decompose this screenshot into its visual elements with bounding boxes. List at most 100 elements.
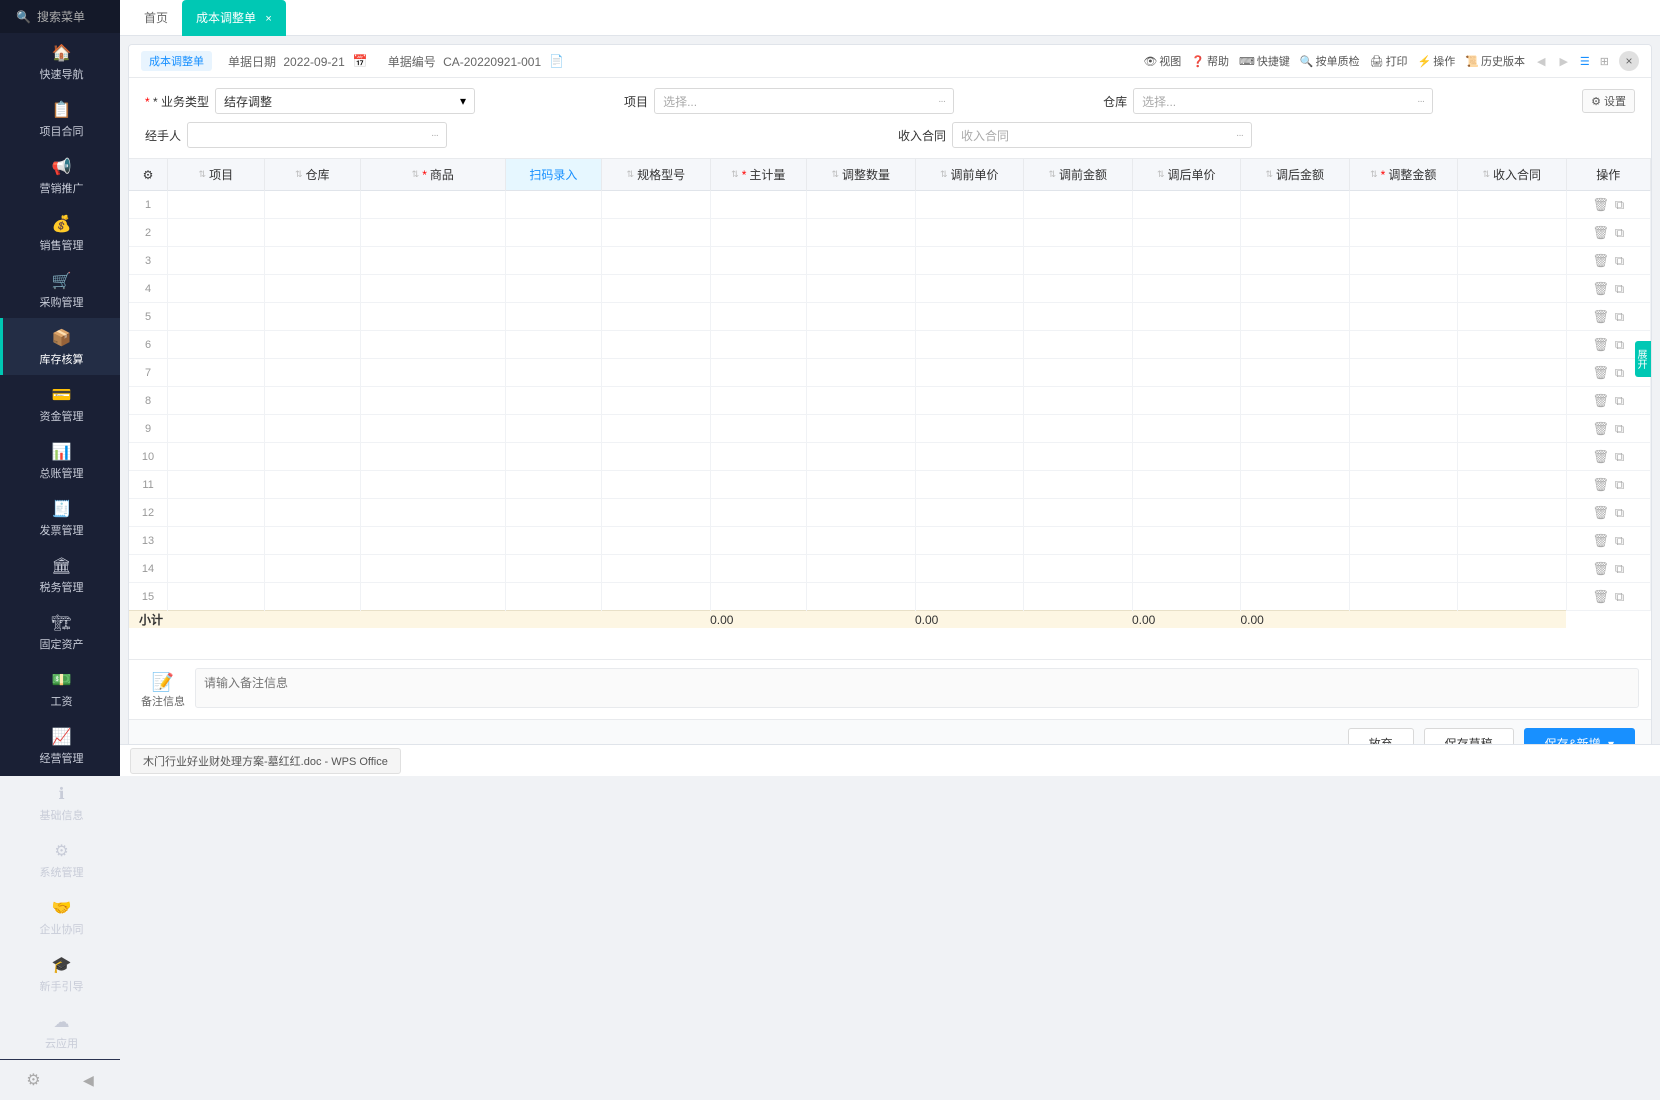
row-before-amount[interactable] (1024, 191, 1133, 219)
row-before-amount[interactable] (1024, 275, 1133, 303)
row-adjust-qty[interactable] (807, 219, 916, 247)
row-income-contract[interactable] (1458, 303, 1567, 331)
row-project[interactable] (168, 583, 264, 611)
row-warehouse[interactable] (264, 583, 360, 611)
sidebar-item-invoice[interactable]: 🧾 发票管理 (0, 489, 120, 546)
row-project[interactable] (168, 555, 264, 583)
row-adjust-amount[interactable] (1349, 191, 1458, 219)
row-before-amount[interactable] (1024, 303, 1133, 331)
sidebar-item-enterprise[interactable]: 🤝 企业协同 (0, 888, 120, 945)
row-product[interactable] (360, 443, 505, 471)
row-before-amount[interactable] (1024, 527, 1133, 555)
delete-row-icon[interactable]: 🗑 (1592, 477, 1609, 493)
row-unit[interactable] (710, 219, 806, 247)
row-before-amount[interactable] (1024, 583, 1133, 611)
row-before-amount[interactable] (1024, 247, 1133, 275)
row-income-contract[interactable] (1458, 191, 1567, 219)
row-income-contract[interactable] (1458, 527, 1567, 555)
action-help[interactable]: ❓ 帮助 (1191, 53, 1229, 69)
list-view-icon[interactable]: ☰ (1580, 55, 1590, 68)
row-before-price[interactable] (915, 247, 1024, 275)
copy-row-icon[interactable]: ⧉ (1615, 561, 1624, 577)
row-after-price[interactable] (1132, 387, 1241, 415)
row-product[interactable] (360, 247, 505, 275)
row-spec[interactable] (602, 247, 711, 275)
row-project[interactable] (168, 443, 264, 471)
delete-row-icon[interactable]: 🗑 (1592, 309, 1609, 325)
row-scan[interactable] (505, 415, 601, 443)
row-warehouse[interactable] (264, 555, 360, 583)
settings-button[interactable]: ⚙ 设置 (1582, 89, 1635, 113)
row-spec[interactable] (602, 331, 711, 359)
row-warehouse[interactable] (264, 191, 360, 219)
row-income-contract[interactable] (1458, 415, 1567, 443)
row-spec[interactable] (602, 387, 711, 415)
row-adjust-qty[interactable] (807, 555, 916, 583)
row-spec[interactable] (602, 191, 711, 219)
col-before-amount-sort[interactable]: ⇅ (1048, 169, 1056, 180)
delete-row-icon[interactable]: 🗑 (1592, 253, 1609, 269)
row-project[interactable] (168, 331, 264, 359)
delete-row-icon[interactable]: 🗑 (1592, 449, 1609, 465)
row-warehouse[interactable] (264, 499, 360, 527)
row-product[interactable] (360, 415, 505, 443)
row-adjust-amount[interactable] (1349, 583, 1458, 611)
row-warehouse[interactable] (264, 415, 360, 443)
row-product[interactable] (360, 331, 505, 359)
taskbar-item[interactable]: 木门行业好业财处理方案-墓红红.doc - WPS Office (130, 748, 401, 774)
row-adjust-amount[interactable] (1349, 555, 1458, 583)
row-income-contract[interactable] (1458, 583, 1567, 611)
row-scan[interactable] (505, 275, 601, 303)
row-after-amount[interactable] (1241, 443, 1350, 471)
col-after-price-sort[interactable]: ⇅ (1157, 169, 1165, 180)
row-unit[interactable] (710, 415, 806, 443)
row-adjust-amount[interactable] (1349, 443, 1458, 471)
sidebar-item-sales[interactable]: 💰 销售管理 (0, 204, 120, 261)
row-adjust-qty[interactable] (807, 443, 916, 471)
row-spec[interactable] (602, 303, 711, 331)
col-settings[interactable]: ⚙ (129, 159, 168, 191)
col-spec-sort[interactable]: ⇅ (627, 169, 635, 180)
delete-row-icon[interactable]: 🗑 (1592, 393, 1609, 409)
row-before-price[interactable] (915, 583, 1024, 611)
row-unit[interactable] (710, 247, 806, 275)
row-income-contract[interactable] (1458, 471, 1567, 499)
row-scan[interactable] (505, 331, 601, 359)
row-income-contract[interactable] (1458, 331, 1567, 359)
row-after-price[interactable] (1132, 527, 1241, 555)
col-unit-sort[interactable]: ⇅ (731, 169, 739, 180)
row-warehouse[interactable] (264, 275, 360, 303)
row-product[interactable] (360, 527, 505, 555)
row-product[interactable] (360, 191, 505, 219)
row-after-price[interactable] (1132, 191, 1241, 219)
row-after-amount[interactable] (1241, 527, 1350, 555)
row-income-contract[interactable] (1458, 387, 1567, 415)
sidebar-search[interactable]: 🔍 搜索菜单 (0, 0, 120, 33)
row-before-price[interactable] (915, 415, 1024, 443)
col-warehouse-sort[interactable]: ⇅ (295, 169, 303, 180)
tab-close-icon[interactable]: × (265, 13, 271, 25)
row-after-price[interactable] (1132, 247, 1241, 275)
row-adjust-amount[interactable] (1349, 415, 1458, 443)
row-before-amount[interactable] (1024, 471, 1133, 499)
row-unit[interactable] (710, 303, 806, 331)
row-unit[interactable] (710, 555, 806, 583)
row-adjust-amount[interactable] (1349, 527, 1458, 555)
copy-row-icon[interactable]: ⧉ (1615, 589, 1624, 605)
row-after-amount[interactable] (1241, 219, 1350, 247)
copy-row-icon[interactable]: ⧉ (1615, 421, 1624, 437)
row-after-amount[interactable] (1241, 191, 1350, 219)
row-adjust-qty[interactable] (807, 583, 916, 611)
action-history[interactable]: 📜 历史版本 (1465, 53, 1525, 69)
delete-row-icon[interactable]: 🗑 (1592, 197, 1609, 213)
row-product[interactable] (360, 275, 505, 303)
delete-row-icon[interactable]: 🗑 (1592, 365, 1609, 381)
row-adjust-amount[interactable] (1349, 471, 1458, 499)
row-before-amount[interactable] (1024, 415, 1133, 443)
row-warehouse[interactable] (264, 387, 360, 415)
sidebar-item-cloud-app[interactable]: ☁ 云应用 (0, 1002, 120, 1059)
action-view[interactable]: 👁 视图 (1143, 53, 1181, 69)
copy-row-icon[interactable]: ⧉ (1615, 225, 1624, 241)
row-after-price[interactable] (1132, 359, 1241, 387)
row-project[interactable] (168, 527, 264, 555)
